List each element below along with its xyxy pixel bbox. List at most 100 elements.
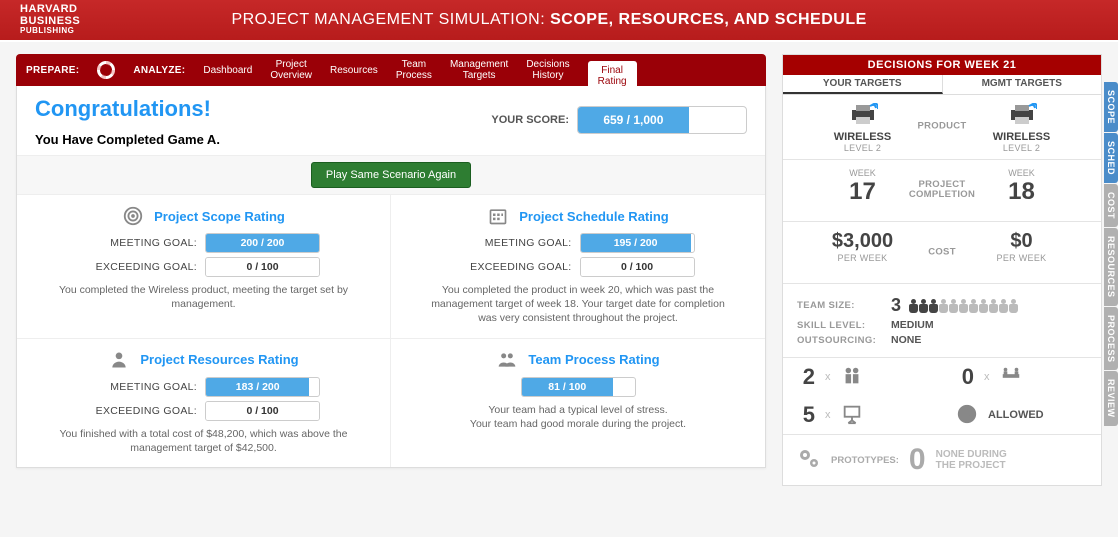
- person-icon: [959, 299, 968, 313]
- your-targets-label: YOUR TARGETS: [783, 75, 943, 94]
- people-pair-icon: [841, 365, 863, 390]
- rating-resources-title: Project Resources Rating: [140, 352, 298, 367]
- overtime-value: ALLOWED: [988, 409, 1044, 421]
- skill-level-label: SKILL LEVEL:: [797, 320, 883, 331]
- exceeding-goal-label: EXCEEDING GOAL:: [462, 261, 572, 273]
- tab-project-overview[interactable]: Project Overview: [270, 59, 312, 81]
- mgmt-cost-sub: PER WEEK: [946, 253, 1097, 263]
- printer-icon: [946, 103, 1097, 131]
- meeting-goal-label: MEETING GOAL:: [462, 237, 572, 249]
- decisions-header: DECISIONS FOR WEEK 21: [783, 55, 1101, 75]
- play-again-button[interactable]: Play Same Scenario Again: [311, 162, 471, 188]
- schedule-section: WEEK 17 PROJECT COMPLETION WEEK 18: [783, 160, 1101, 222]
- side-tab-scope[interactable]: SCOPE: [1104, 82, 1118, 132]
- tab-team-process[interactable]: Team Process: [396, 59, 432, 81]
- tab-final-rating[interactable]: Final Rating: [588, 61, 637, 86]
- person-icon: [969, 299, 978, 313]
- person-icon: [979, 299, 988, 313]
- side-tabs: SCOPE SCHED COST RESOURCES PROCESS REVIE…: [1104, 82, 1118, 427]
- congrats-heading: Congratulations!: [35, 96, 220, 122]
- your-product: WIRELESS: [787, 131, 938, 143]
- scope-meeting-value: 200 / 200: [206, 234, 319, 252]
- mgmt-product-level: LEVEL 2: [946, 143, 1097, 153]
- page-title: PROJECT MANAGEMENT SIMULATION: SCOPE, RE…: [231, 11, 866, 29]
- resources-meeting-value: 183 / 200: [206, 378, 309, 396]
- side-tab-cost[interactable]: COST: [1104, 184, 1118, 227]
- mgmt-week-value: 18: [946, 178, 1097, 206]
- person-icon: [949, 299, 958, 313]
- meeting-goal-label: MEETING GOAL:: [87, 381, 197, 393]
- outsourcing-label: OUTSOURCING:: [797, 335, 883, 346]
- person-icon: [909, 299, 918, 313]
- exceeding-goal-label: EXCEEDING GOAL:: [87, 261, 197, 273]
- scope-section: WIRELESS LEVEL 2 PRODUCT WIRELESS LEVEL …: [783, 95, 1101, 160]
- tab-mgmt-targets[interactable]: Management Targets: [450, 59, 508, 81]
- your-cost-sub: PER WEEK: [787, 253, 938, 263]
- rating-scope: Project Scope Rating MEETING GOAL: 200 /…: [17, 194, 391, 338]
- person-icon: [999, 299, 1008, 313]
- title-bold: SCOPE, RESOURCES, AND SCHEDULE: [550, 11, 867, 28]
- process-section: 2 x 0 x 5 x ALLOWED: [783, 358, 1101, 435]
- person-icon: [939, 299, 948, 313]
- rating-schedule-title: Project Schedule Rating: [519, 209, 669, 224]
- outsourcing-value: NONE: [891, 334, 921, 346]
- rating-scope-title: Project Scope Rating: [154, 209, 285, 224]
- cost-section: $3,000 PER WEEK COST $0 PER WEEK: [783, 222, 1101, 284]
- scope-exceed-bar: 0 / 100: [205, 257, 320, 277]
- side-tab-review[interactable]: REVIEW: [1104, 371, 1118, 426]
- help-icon[interactable]: [97, 61, 115, 79]
- main-panel: Congratulations! You Have Completed Game…: [16, 86, 766, 468]
- tab-decisions-history[interactable]: Decisions History: [526, 59, 569, 81]
- schedule-exceed-bar: 0 / 100: [580, 257, 695, 277]
- presentation-icon: [841, 403, 863, 428]
- resources-section: TEAM SIZE: 3 SKILL LEVEL: MEDIUM OUTSOUR…: [783, 284, 1101, 358]
- title-pre: PROJECT MANAGEMENT SIMULATION:: [231, 11, 550, 28]
- tab-dashboard[interactable]: Dashboard: [203, 65, 252, 76]
- coaching-count: 5: [797, 402, 815, 428]
- side-tab-process[interactable]: PROCESS: [1104, 307, 1118, 371]
- side-tab-resources[interactable]: RESOURCES: [1104, 228, 1118, 306]
- team-desc: Your team had a typical level of stress.…: [421, 403, 735, 431]
- targets-header: YOUR TARGETS MGMT TARGETS: [783, 75, 1101, 95]
- scope-desc: You completed the Wireless product, meet…: [47, 283, 360, 311]
- score-bar: 659 / 1,000: [577, 106, 747, 134]
- person-icon: [919, 299, 928, 313]
- team-icon: [496, 349, 518, 371]
- printer-icon: [787, 103, 938, 131]
- brand-line3: PUBLISHING: [20, 27, 80, 35]
- meeting-table-icon: [1000, 365, 1022, 390]
- mgmt-week-label: WEEK: [946, 168, 1097, 178]
- target-icon: [122, 205, 144, 227]
- your-product-level: LEVEL 2: [787, 143, 938, 153]
- person-icon: [989, 299, 998, 313]
- resources-exceed-value: 0 / 100: [206, 402, 319, 420]
- standup-count: 0: [956, 364, 974, 390]
- scope-exceed-value: 0 / 100: [206, 258, 319, 276]
- team-size-value: 3: [891, 295, 901, 316]
- resources-meeting-bar: 183 / 200: [205, 377, 320, 397]
- clock-icon: [956, 403, 978, 428]
- rating-schedule: Project Schedule Rating MEETING GOAL: 19…: [391, 194, 765, 338]
- review-section: PROTOTYPES: 0 NONE DURING THE PROJECT: [783, 435, 1101, 485]
- scope-meeting-bar: 200 / 200: [205, 233, 320, 253]
- rating-team-title: Team Process Rating: [528, 352, 659, 367]
- analyze-label: ANALYZE:: [133, 65, 185, 76]
- resources-desc: You finished with a total cost of $48,20…: [47, 427, 360, 455]
- exceeding-goal-label: EXCEEDING GOAL:: [87, 405, 197, 417]
- schedule-meeting-bar: 195 / 200: [580, 233, 695, 253]
- team-size-label: TEAM SIZE:: [797, 300, 883, 311]
- prototypes-text: NONE DURING THE PROJECT: [936, 449, 1007, 472]
- schedule-desc: You completed the product in week 20, wh…: [421, 283, 735, 326]
- team-size-icons: [909, 299, 1018, 313]
- team-bar: 81 / 100: [521, 377, 636, 397]
- tab-resources[interactable]: Resources: [330, 65, 378, 76]
- calendar-icon: [487, 205, 509, 227]
- prototypes-label: PROTOTYPES:: [831, 455, 899, 466]
- rating-resources: Project Resources Rating MEETING GOAL: 1…: [17, 338, 391, 467]
- mgmt-product: WIRELESS: [946, 131, 1097, 143]
- rating-team: Team Process Rating 81 / 100 Your team h…: [391, 338, 765, 467]
- person-icon: [1009, 299, 1018, 313]
- side-tab-sched[interactable]: SCHED: [1104, 133, 1118, 183]
- person-icon: [929, 299, 938, 313]
- hbp-logo: HARVARD BUSINESS PUBLISHING: [20, 4, 80, 35]
